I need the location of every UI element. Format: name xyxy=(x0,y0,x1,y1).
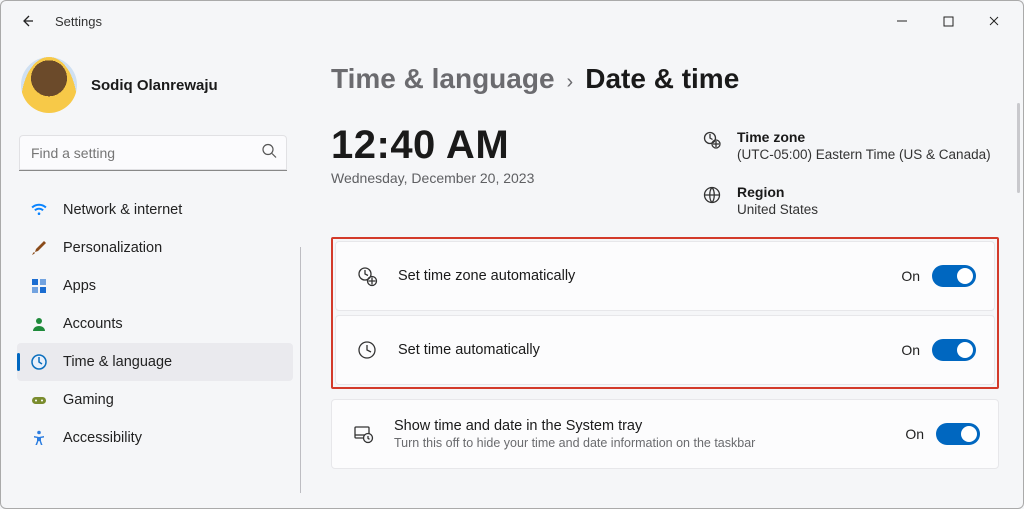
region-label: Region xyxy=(737,184,818,200)
sidebar-item-personalization[interactable]: Personalization xyxy=(17,229,293,267)
chevron-right-icon: › xyxy=(567,71,574,94)
search-input[interactable] xyxy=(19,135,287,171)
breadcrumb: Time & language › Date & time xyxy=(331,63,999,95)
toggle-state: On xyxy=(905,426,924,442)
region-value: United States xyxy=(737,202,818,217)
wifi-icon xyxy=(29,200,49,220)
sidebar-item-label: Apps xyxy=(63,278,96,294)
maximize-icon xyxy=(943,16,954,27)
page-title: Date & time xyxy=(585,63,739,95)
window-controls xyxy=(879,5,1017,37)
breadcrumb-root[interactable]: Time & language xyxy=(331,63,555,95)
sidebar-item-apps[interactable]: Apps xyxy=(17,267,293,305)
clock-icon xyxy=(354,337,380,363)
apps-icon xyxy=(29,276,49,296)
gamepad-icon xyxy=(29,390,49,410)
close-icon xyxy=(988,15,1000,27)
clock-globe-icon xyxy=(354,263,380,289)
search-icon xyxy=(261,143,277,164)
sidebar-item-label: Time & language xyxy=(63,354,172,370)
main-content: Time & language › Date & time 12:40 AM W… xyxy=(301,41,1023,508)
toggle-state: On xyxy=(901,268,920,284)
avatar xyxy=(21,57,77,113)
settings-cards: Set time zone automatically On Set time … xyxy=(331,237,999,469)
clock-block: 12:40 AM Wednesday, December 20, 2023 xyxy=(331,123,681,217)
nav-list: Network & internet Personalization Apps xyxy=(17,191,293,457)
timezone-value: (UTC-05:00) Eastern Time (US & Canada) xyxy=(737,147,991,162)
globe-icon xyxy=(701,184,723,206)
clock-globe-icon xyxy=(29,352,49,372)
search-box[interactable] xyxy=(19,135,287,171)
card-title: Set time zone automatically xyxy=(398,268,901,284)
profile-name: Sodiq Olanrewaju xyxy=(91,77,218,94)
arrow-left-icon xyxy=(19,13,35,29)
sidebar-item-label: Network & internet xyxy=(63,202,182,218)
current-time: 12:40 AM xyxy=(331,123,681,168)
timezone-info: Time zone (UTC-05:00) Eastern Time (US &… xyxy=(701,129,999,162)
sidebar-item-time-language[interactable]: Time & language xyxy=(17,343,293,381)
scrollbar[interactable] xyxy=(1017,103,1020,193)
card-title: Show time and date in the System tray xyxy=(394,418,905,434)
close-button[interactable] xyxy=(971,5,1017,37)
titlebar: Settings xyxy=(1,1,1023,41)
maximize-button[interactable] xyxy=(925,5,971,37)
settings-window: Settings Sodiq Olanrewaju xyxy=(0,0,1024,509)
current-date: Wednesday, December 20, 2023 xyxy=(331,170,681,186)
toggle-auto-timezone[interactable] xyxy=(932,265,976,287)
accessibility-icon xyxy=(29,428,49,448)
region-info: Region United States xyxy=(701,184,999,217)
sidebar-item-accounts[interactable]: Accounts xyxy=(17,305,293,343)
toggle-auto-time[interactable] xyxy=(932,339,976,361)
sidebar-item-label: Personalization xyxy=(63,240,162,256)
toggle-system-tray[interactable] xyxy=(936,423,980,445)
sidebar-item-label: Gaming xyxy=(63,392,114,408)
sidebar-item-label: Accessibility xyxy=(63,430,142,446)
tray-clock-icon xyxy=(350,421,376,447)
summary-row: 12:40 AM Wednesday, December 20, 2023 Ti… xyxy=(331,123,999,217)
card-desc: Turn this off to hide your time and date… xyxy=(394,436,905,450)
sidebar-item-accessibility[interactable]: Accessibility xyxy=(17,419,293,457)
person-icon xyxy=(29,314,49,334)
card-system-tray: Show time and date in the System tray Tu… xyxy=(331,399,999,469)
timezone-label: Time zone xyxy=(737,129,991,145)
minimize-icon xyxy=(896,15,908,27)
sidebar-item-gaming[interactable]: Gaming xyxy=(17,381,293,419)
back-button[interactable] xyxy=(11,5,43,37)
brush-icon xyxy=(29,238,49,258)
sidebar-item-network[interactable]: Network & internet xyxy=(17,191,293,229)
clock-globe-icon xyxy=(701,129,723,151)
card-title: Set time automatically xyxy=(398,342,901,358)
app-title: Settings xyxy=(55,14,102,29)
minimize-button[interactable] xyxy=(879,5,925,37)
highlight-box: Set time zone automatically On Set time … xyxy=(331,237,999,389)
sidebar-item-label: Accounts xyxy=(63,316,123,332)
card-auto-time: Set time automatically On xyxy=(335,315,995,385)
info-column: Time zone (UTC-05:00) Eastern Time (US &… xyxy=(701,123,999,217)
toggle-state: On xyxy=(901,342,920,358)
profile[interactable]: Sodiq Olanrewaju xyxy=(17,57,293,113)
sidebar: Sodiq Olanrewaju Network & internet xyxy=(1,41,301,508)
card-auto-timezone: Set time zone automatically On xyxy=(335,241,995,311)
